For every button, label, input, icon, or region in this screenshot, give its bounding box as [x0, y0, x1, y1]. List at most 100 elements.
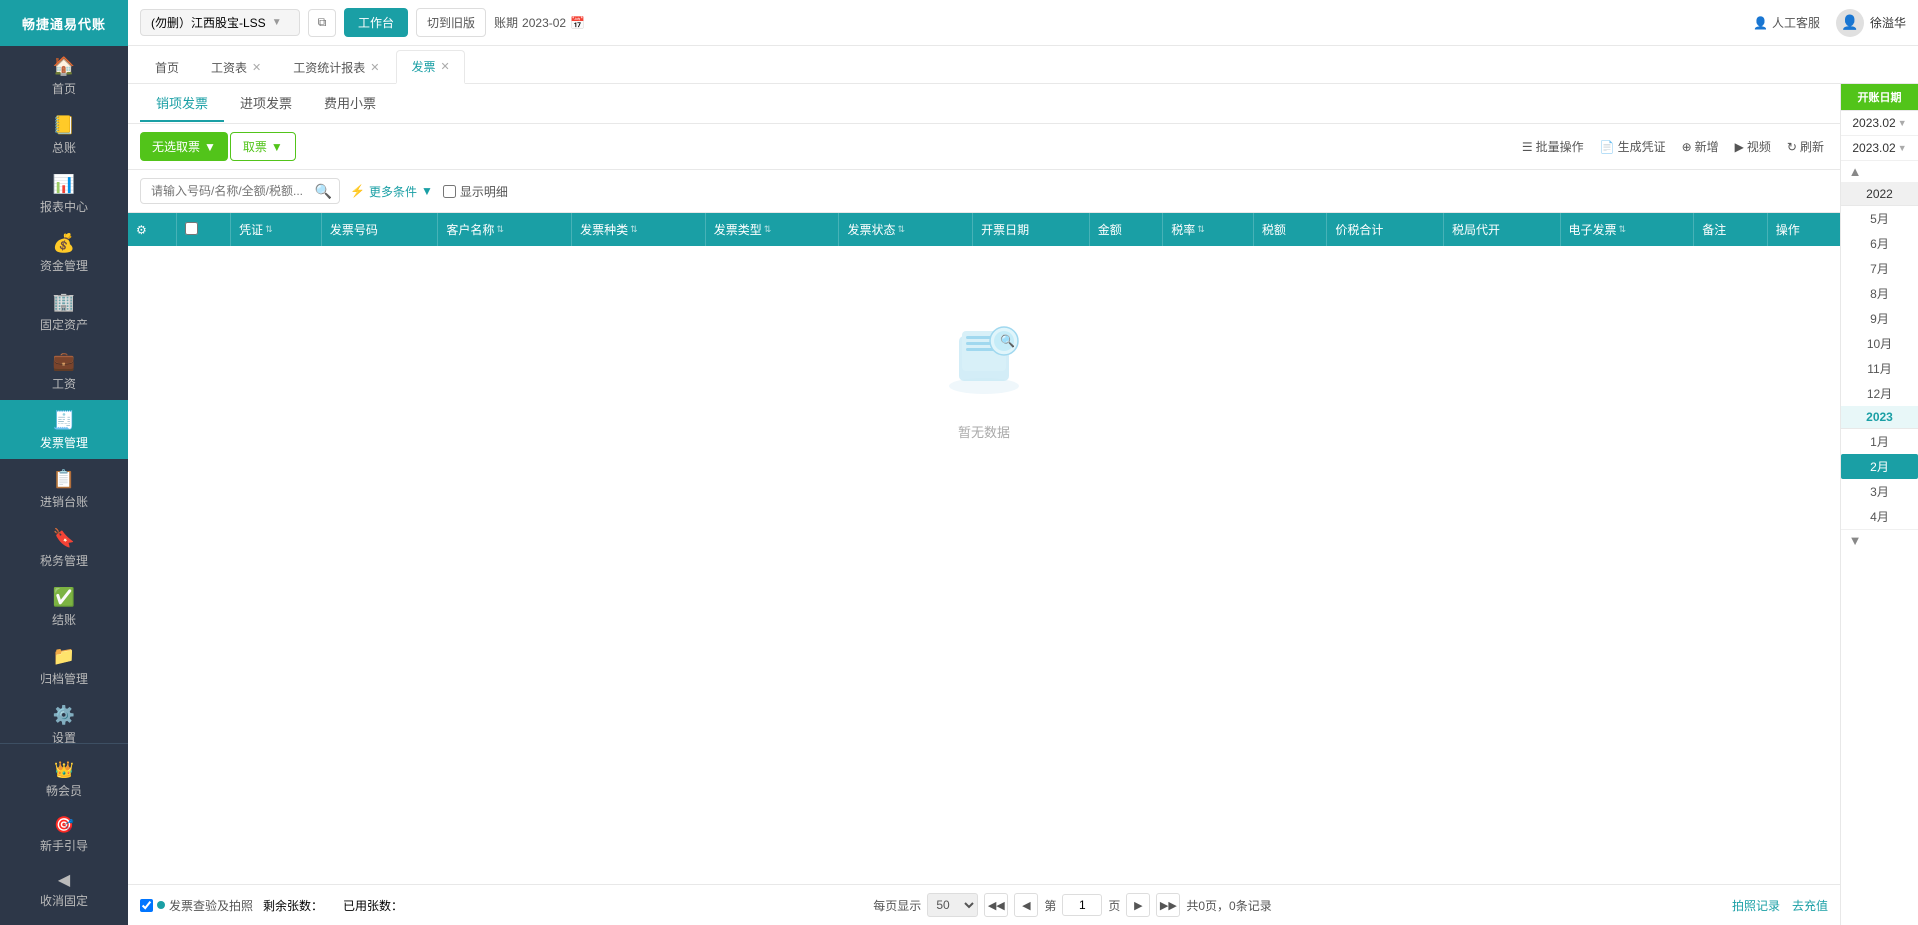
months-2022: 5月6月7月8月9月10月11月12月 — [1841, 206, 1918, 406]
batch-ops-button[interactable]: ☰ 批量操作 — [1518, 133, 1588, 160]
sidebar-item-固定资产[interactable]: 🏢 固定资产 — [0, 282, 128, 341]
month-2023-3月[interactable]: 3月 — [1841, 479, 1918, 504]
table-wrap: ⚙凭证 ⇅发票号码客户名称 ⇅发票种类 ⇅发票类型 ⇅发票状态 ⇅开票日期金额税… — [128, 213, 1840, 884]
tab-close-工资表[interactable]: ✕ — [252, 61, 261, 74]
refresh-button[interactable]: ↻ 刷新 — [1783, 133, 1828, 160]
switch-version-button[interactable]: 切到旧版 — [416, 8, 486, 37]
th-sort-发票状态[interactable]: 发票状态 ⇅ — [847, 221, 905, 238]
sidebar-item-首页[interactable]: 🏠 首页 — [0, 46, 128, 105]
th-税率[interactable]: 税率 ⇅ — [1163, 213, 1254, 246]
sidebar-nav: 🏠 首页 📒 总账 📊 报表中心 💰 资金管理 🏢 固定资产 💼 工资 🧾 发票… — [0, 46, 128, 743]
show-detail-checkbox[interactable] — [443, 185, 456, 198]
prev-page-button[interactable]: ◀ — [1014, 893, 1038, 917]
last-page-button[interactable]: ▶▶ — [1156, 893, 1180, 917]
take-ticket-button[interactable]: 取票 ▼ — [230, 132, 296, 161]
period-calendar-icon[interactable]: 📅 — [570, 16, 585, 30]
sort-icon-发票种类: ⇅ — [630, 224, 638, 235]
bottom-link-去充值[interactable]: 去充值 — [1792, 897, 1828, 914]
month-2022-8月[interactable]: 8月 — [1841, 281, 1918, 306]
sidebar-item-设置[interactable]: ⚙️ 设置 — [0, 695, 128, 743]
first-page-button[interactable]: ◀◀ — [984, 893, 1008, 917]
th-凭证[interactable]: 凭证 ⇅ — [231, 213, 322, 246]
tab-工资表[interactable]: 工资表✕ — [196, 51, 276, 83]
th-发票种类[interactable]: 发票种类 ⇅ — [572, 213, 706, 246]
no-selection-button[interactable]: 无选取票 ▼ — [140, 132, 228, 161]
sidebar-item-bottom-collapse[interactable]: ◀ 收消固定 — [0, 862, 128, 917]
sidebar-item-报表中心[interactable]: 📊 报表中心 — [0, 164, 128, 223]
th-发票类型[interactable]: 发票类型 ⇅ — [705, 213, 839, 246]
tabs-bar: 首页工资表✕工资统计报表✕发票✕ — [128, 46, 1918, 84]
sub-tab-费用小票[interactable]: 费用小票 — [308, 85, 392, 122]
bottom-link-拍照记录[interactable]: 拍照记录 — [1732, 897, 1780, 914]
month-2023-4月[interactable]: 4月 — [1841, 504, 1918, 529]
sidebar-item-bottom-畅会员[interactable]: 👑 畅会员 — [0, 752, 128, 807]
sidebar-item-工资[interactable]: 💼 工资 — [0, 341, 128, 400]
period-item-1[interactable]: 2023.02 ▼ — [1841, 111, 1918, 136]
new-button[interactable]: ⊕ 新增 — [1678, 133, 1723, 160]
tab-首页[interactable]: 首页 — [140, 51, 194, 83]
month-2023-1月[interactable]: 1月 — [1841, 429, 1918, 454]
video-button[interactable]: ▶ 视频 — [1731, 133, 1775, 160]
th-客户名称[interactable]: 客户名称 ⇅ — [438, 213, 572, 246]
sidebar-icon-总账: 📒 — [53, 115, 75, 136]
th-金额: 金额 — [1089, 213, 1163, 246]
sidebar-item-进销台账[interactable]: 📋 进销台账 — [0, 459, 128, 518]
service-button[interactable]: 👤 人工客服 — [1753, 14, 1820, 31]
show-detail-checkbox-wrap[interactable]: 显示明细 — [443, 183, 508, 200]
batch-ops-label: 批量操作 — [1536, 138, 1584, 155]
sub-tab-进项发票[interactable]: 进项发票 — [224, 85, 308, 122]
date-nav-up-button[interactable]: ▲ — [1845, 164, 1865, 179]
sidebar-item-总账[interactable]: 📒 总账 — [0, 105, 128, 164]
more-conditions-button[interactable]: ⚡ 更多条件 ▼ — [350, 183, 433, 200]
sidebar-item-归档管理[interactable]: 📁 归档管理 — [0, 636, 128, 695]
sidebar-item-税务管理[interactable]: 🔖 税务管理 — [0, 518, 128, 577]
sidebar-icon-发票管理: 🧾 — [53, 410, 75, 431]
sidebar-item-bottom-新手引导[interactable]: 🎯 新手引导 — [0, 807, 128, 862]
select-all-checkbox[interactable] — [185, 222, 198, 235]
month-2022-9月[interactable]: 9月 — [1841, 306, 1918, 331]
month-2022-10月[interactable]: 10月 — [1841, 331, 1918, 356]
sidebar-bottom-label-畅会员: 畅会员 — [46, 782, 82, 799]
sidebar-item-发票管理[interactable]: 🧾 发票管理 — [0, 400, 128, 459]
month-2022-11月[interactable]: 11月 — [1841, 356, 1918, 381]
service-label: 人工客服 — [1772, 14, 1820, 31]
tab-发票[interactable]: 发票✕ — [396, 50, 464, 84]
next-page-button[interactable]: ▶ — [1126, 893, 1150, 917]
th-sort-发票种类[interactable]: 发票种类 ⇅ — [580, 221, 638, 238]
th-电子发票[interactable]: 电子发票 ⇅ — [1560, 213, 1694, 246]
page-input[interactable] — [1062, 894, 1102, 916]
th-sort-税率[interactable]: 税率 ⇅ — [1171, 221, 1205, 238]
month-2023-2月[interactable]: 2月 — [1841, 454, 1918, 479]
sidebar-item-结账[interactable]: ✅ 结账 — [0, 577, 128, 636]
th-价税合计: 价税合计 — [1327, 213, 1444, 246]
bottom-links: 拍照记录去充值 — [1732, 897, 1828, 914]
company-selector[interactable]: (勿删）江西股宝-LSS ▼ — [140, 9, 300, 36]
open-period-button[interactable]: 开账日期 — [1841, 84, 1918, 111]
sub-tab-销项发票[interactable]: 销项发票 — [140, 85, 224, 122]
per-page-select[interactable]: 50 10 20 100 — [927, 893, 978, 917]
tab-工资统计报表[interactable]: 工资统计报表✕ — [278, 51, 394, 83]
period-item-2[interactable]: 2023.02 ▼ — [1841, 136, 1918, 161]
verify-checkbox[interactable] — [140, 899, 153, 912]
workbench-button[interactable]: 工作台 — [344, 8, 408, 37]
month-2022-7月[interactable]: 7月 — [1841, 256, 1918, 281]
company-dropdown-icon: ▼ — [272, 17, 282, 28]
search-input[interactable] — [140, 178, 340, 204]
tab-close-发票[interactable]: ✕ — [441, 60, 450, 73]
tab-close-工资统计报表[interactable]: ✕ — [370, 61, 379, 74]
th-sort-电子发票[interactable]: 电子发票 ⇅ — [1569, 221, 1627, 238]
th-sort-凭证[interactable]: 凭证 ⇅ — [239, 221, 273, 238]
th-sort-发票类型[interactable]: 发票类型 ⇅ — [714, 221, 772, 238]
sidebar-label-设置: 设置 — [52, 729, 76, 743]
period-label: 账期 — [494, 14, 518, 31]
user-info[interactable]: 👤 徐溢华 — [1836, 9, 1906, 37]
month-2022-5月[interactable]: 5月 — [1841, 206, 1918, 231]
month-2022-6月[interactable]: 6月 — [1841, 231, 1918, 256]
copy-company-button[interactable]: ⧉ — [308, 9, 336, 37]
th-sort-客户名称[interactable]: 客户名称 ⇅ — [446, 221, 504, 238]
sidebar-item-资金管理[interactable]: 💰 资金管理 — [0, 223, 128, 282]
date-nav-down-button[interactable]: ▼ — [1845, 533, 1865, 548]
month-2022-12月[interactable]: 12月 — [1841, 381, 1918, 406]
th-发票状态[interactable]: 发票状态 ⇅ — [839, 213, 973, 246]
generate-voucher-button[interactable]: 📄 生成凭证 — [1596, 133, 1670, 160]
